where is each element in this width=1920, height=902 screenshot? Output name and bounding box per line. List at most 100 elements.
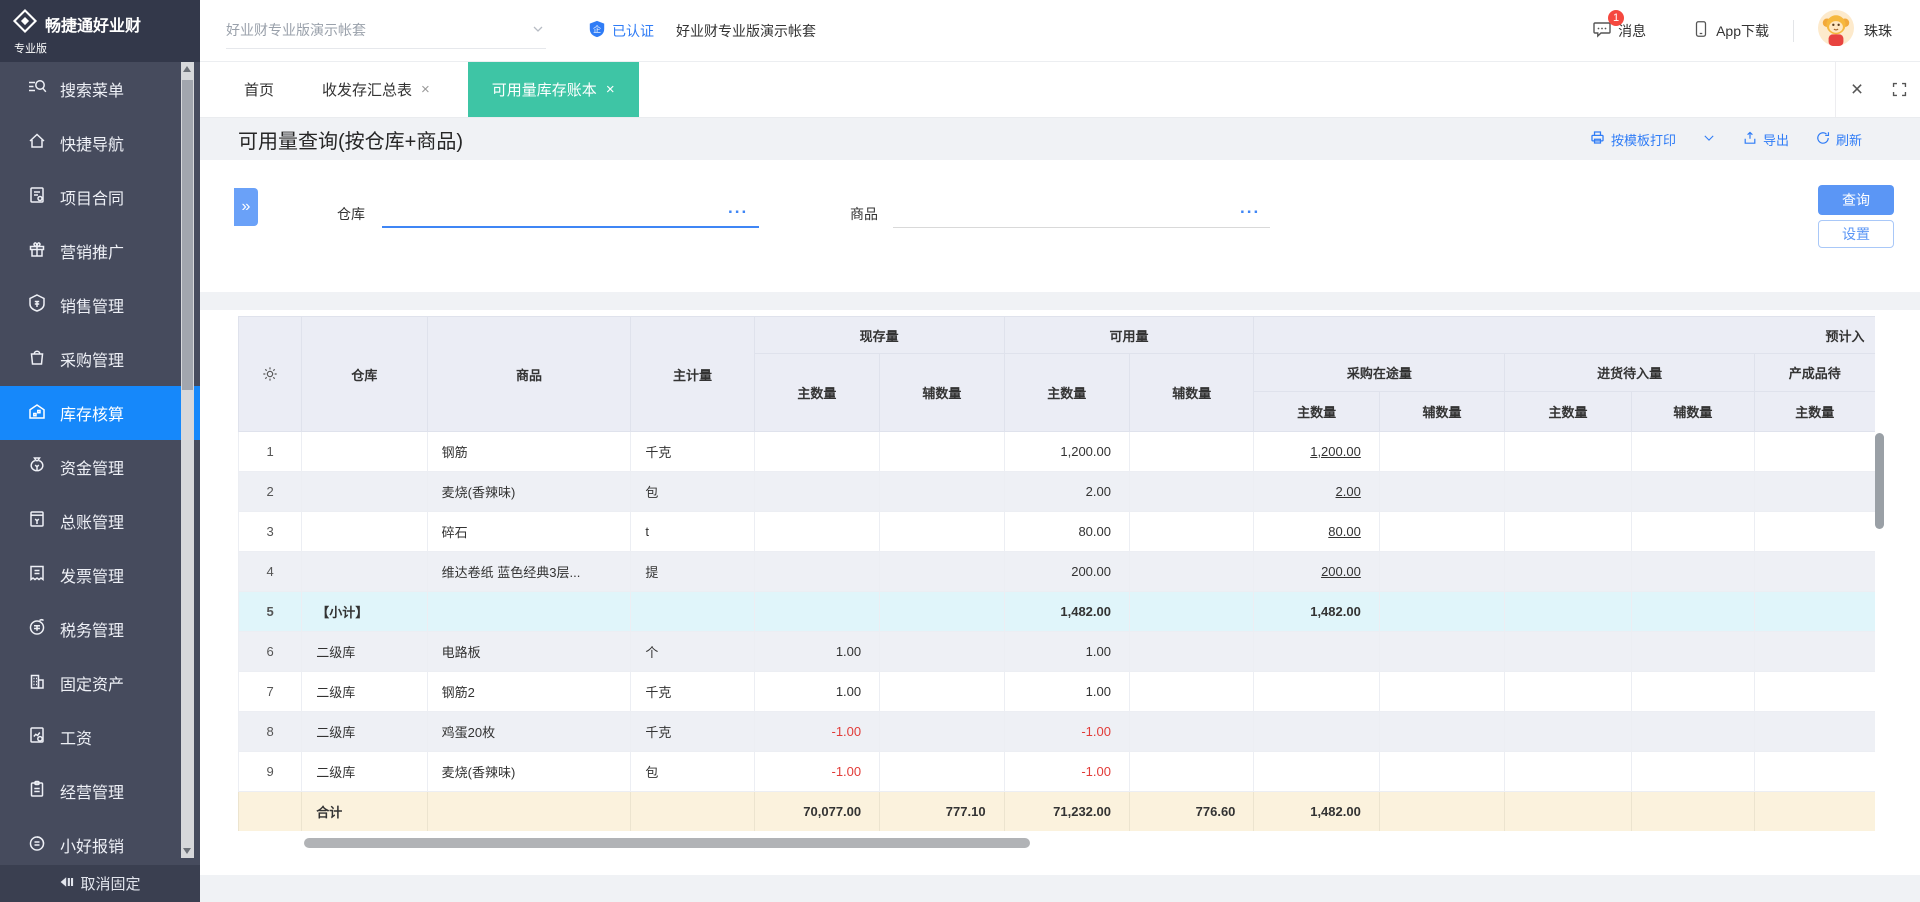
- table-row[interactable]: 9二级库麦烧(香辣味)包-1.00-1.00: [239, 752, 1876, 792]
- cell-transit-main[interactable]: 200.00: [1254, 552, 1379, 592]
- product-picker-ellipsis-icon[interactable]: ...: [1240, 198, 1260, 218]
- sidebar-item-sales[interactable]: 销售管理: [0, 278, 200, 332]
- cell-transit-main[interactable]: 80.00: [1254, 512, 1379, 552]
- header-product[interactable]: 商品: [427, 317, 631, 432]
- cell-unit: t: [631, 512, 754, 552]
- settings-button[interactable]: 设置: [1818, 220, 1894, 248]
- sidebar-item-label: 固定资产: [60, 671, 124, 695]
- project-contract-icon: [27, 185, 47, 210]
- header-aux-qty[interactable]: 辅数量: [1631, 392, 1754, 432]
- cell-transit-main[interactable]: 1,200.00: [1254, 432, 1379, 472]
- cell-incoming-main: [1505, 752, 1631, 792]
- sidebar-item-tax[interactable]: 税务管理: [0, 602, 200, 656]
- sidebar-item-fixed-assets[interactable]: 固定资产: [0, 656, 200, 710]
- tab-available-qty-ledger[interactable]: 可用量库存账本 ×: [468, 62, 639, 117]
- table-row[interactable]: 8二级库鸡蛋20枚千克-1.00-1.00: [239, 712, 1876, 752]
- scroll-up-icon[interactable]: [183, 66, 191, 72]
- tab-close-icon[interactable]: ×: [421, 81, 430, 98]
- header-aux-qty[interactable]: 辅数量: [1379, 392, 1504, 432]
- query-button[interactable]: 查询: [1818, 185, 1894, 215]
- tab-summary-report[interactable]: 收发存汇总表 ×: [298, 62, 454, 117]
- sidebar-item-salary[interactable]: 工资: [0, 710, 200, 764]
- cell-incoming-aux: [1631, 672, 1754, 712]
- sidebar-scrollbar[interactable]: [181, 62, 194, 858]
- header-aux-qty[interactable]: 辅数量: [1129, 354, 1253, 432]
- table-row[interactable]: 2麦烧(香辣味)包2.002.00: [239, 472, 1876, 512]
- cell-available-main: -1.00: [1004, 752, 1129, 792]
- warehouse-picker-ellipsis-icon[interactable]: ...: [728, 198, 748, 218]
- sidebar-item-operation[interactable]: 经营管理: [0, 764, 200, 818]
- header-aux-qty[interactable]: 辅数量: [880, 354, 1004, 432]
- sidebar-item-search[interactable]: 搜索菜单: [0, 62, 200, 116]
- sidebar-item-inventory[interactable]: 库存核算: [0, 386, 200, 440]
- table-viewport: 仓库 商品 主计量 现存量 可用量 预计入 主数量 辅数量 主数量 辅数量 采购…: [238, 316, 1875, 831]
- cell-onhand-aux: [880, 752, 1004, 792]
- cell-product: 碎石: [427, 512, 631, 552]
- sidebar-item-marketing[interactable]: 营销推广: [0, 224, 200, 278]
- tab-home[interactable]: 首页: [220, 62, 298, 117]
- header-main-qty[interactable]: 主数量: [1755, 392, 1875, 432]
- header-unit[interactable]: 主计量: [631, 317, 754, 432]
- cell-onhand-aux: [880, 432, 1004, 472]
- cell-warehouse: 二级库: [302, 632, 427, 672]
- table-row[interactable]: 1钢筋千克1,200.001,200.00: [239, 432, 1876, 472]
- table-row[interactable]: 3碎石t80.0080.00: [239, 512, 1876, 552]
- chevron-down-icon: [1702, 131, 1716, 148]
- cell-incoming-main: [1505, 512, 1631, 552]
- sidebar-item-invoice[interactable]: 发票管理: [0, 548, 200, 602]
- header-warehouse[interactable]: 仓库: [302, 317, 427, 432]
- cell-available-main: 200.00: [1004, 552, 1129, 592]
- horizontal-scrollbar-thumb[interactable]: [304, 838, 1030, 848]
- cell-product: 麦烧(香辣味): [427, 472, 631, 512]
- table-row[interactable]: 4维达卷纸 蓝色经典3层...提200.00200.00: [239, 552, 1876, 592]
- app-download-button[interactable]: App下载: [1692, 20, 1769, 41]
- tab-close-icon[interactable]: ×: [606, 81, 615, 98]
- double-chevron-right-icon: »: [242, 198, 251, 216]
- total-transit-main: 1,482.00: [1254, 792, 1379, 832]
- cell-transit-main[interactable]: 2.00: [1254, 472, 1379, 512]
- cell-unit: [631, 592, 754, 632]
- sidebar-item-quick-nav[interactable]: 快捷导航: [0, 116, 200, 170]
- sidebar-item-ledger[interactable]: 总账管理: [0, 494, 200, 548]
- header-main-qty[interactable]: 主数量: [1254, 392, 1379, 432]
- cell-available-aux: [1129, 632, 1253, 672]
- export-button[interactable]: 导出: [1742, 130, 1789, 149]
- table-row[interactable]: 5【小计】1,482.001,482.00: [239, 592, 1876, 632]
- sidebar-item-purchase[interactable]: 采购管理: [0, 332, 200, 386]
- avatar[interactable]: [1818, 10, 1854, 51]
- table-row[interactable]: 6二级库电路板个1.001.00: [239, 632, 1876, 672]
- column-settings-button[interactable]: [239, 317, 302, 432]
- brand-edition: 专业版: [14, 40, 190, 56]
- print-by-template-button[interactable]: 按模板打印: [1589, 129, 1676, 149]
- sidebar-item-project-contract[interactable]: 项目合同: [0, 170, 200, 224]
- warehouse-filter-input[interactable]: [382, 202, 759, 228]
- header-main-qty[interactable]: 主数量: [1004, 354, 1129, 432]
- header-main-qty[interactable]: 主数量: [1505, 392, 1631, 432]
- cell-incoming-aux: [1631, 552, 1754, 592]
- unpin-sidebar-button[interactable]: 取消固定: [0, 865, 200, 902]
- cell-finished-main: [1755, 792, 1875, 832]
- product-filter-input[interactable]: [893, 202, 1270, 228]
- header-main-qty[interactable]: 主数量: [754, 354, 879, 432]
- collapse-filters-button[interactable]: »: [234, 188, 258, 226]
- vertical-scrollbar-thumb[interactable]: [1875, 433, 1884, 529]
- sidebar-item-reimburse[interactable]: 小好报销: [0, 818, 200, 865]
- cell-available-aux: [1129, 432, 1253, 472]
- tab-label: 首页: [244, 79, 274, 100]
- messages-button[interactable]: 消息 1: [1592, 19, 1646, 42]
- cell-onhand-aux: [880, 712, 1004, 752]
- cell-onhand-aux: [880, 552, 1004, 592]
- sidebar-item-funds[interactable]: 资金管理: [0, 440, 200, 494]
- close-icon[interactable]: ×: [1836, 62, 1878, 118]
- table-row[interactable]: 7二级库钢筋2千克1.001.00: [239, 672, 1876, 712]
- print-dropdown-chevron[interactable]: [1702, 131, 1716, 148]
- cell-row-number: [239, 792, 302, 832]
- cell-transit-aux: [1379, 792, 1504, 832]
- fullscreen-icon[interactable]: [1878, 62, 1920, 118]
- refresh-button[interactable]: 刷新: [1815, 130, 1862, 149]
- sidebar-scrollbar-thumb[interactable]: [182, 80, 193, 390]
- cell-finished-main: [1755, 472, 1875, 512]
- account-selector[interactable]: 好业财专业版演示帐套: [226, 13, 546, 49]
- scroll-down-icon[interactable]: [183, 848, 191, 854]
- cell-available-main: 2.00: [1004, 472, 1129, 512]
